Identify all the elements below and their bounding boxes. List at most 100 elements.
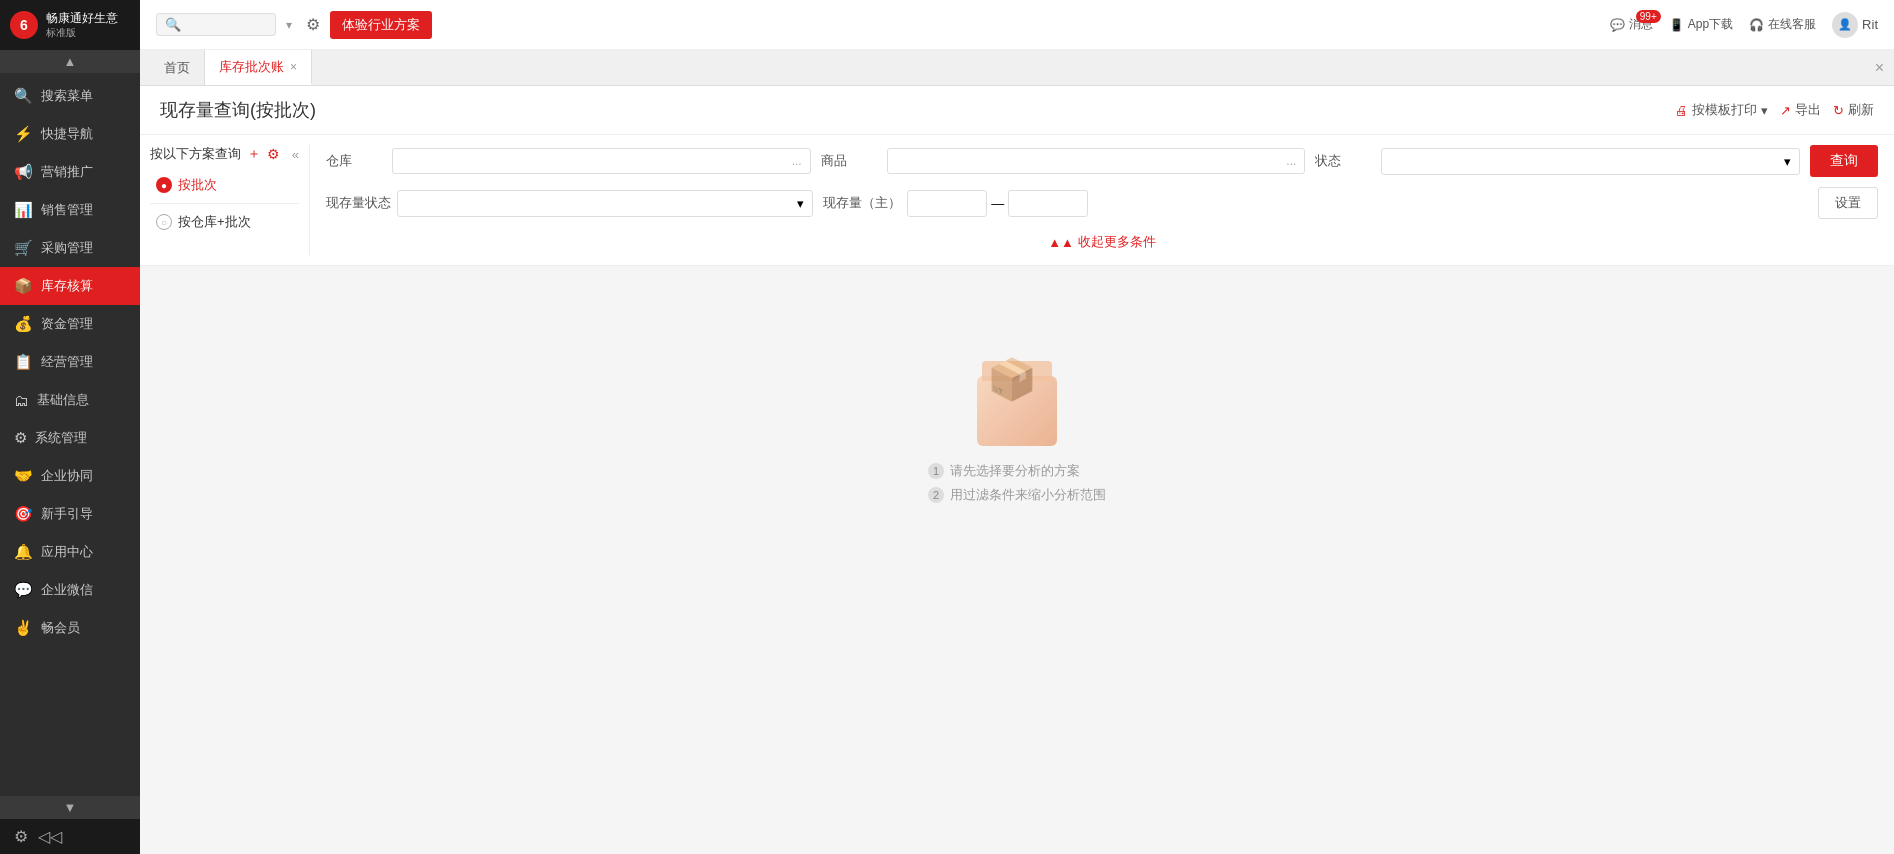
inventory-icon: 📦 [14, 277, 33, 295]
enterprise-icon: 🤝 [14, 467, 33, 485]
product-more-icon[interactable]: ... [1286, 154, 1296, 168]
scheme-by-warehouse-batch[interactable]: ○ 按仓库+批次 [150, 208, 299, 236]
topbar-search-icon: 🔍 [165, 17, 181, 32]
sidebar-item-enterprise[interactable]: 🤝 企业协同 [0, 457, 140, 495]
message-button[interactable]: 💬 消息 99+ [1610, 16, 1653, 33]
empty-tip-2: 2 用过滤条件来缩小分析范围 [928, 486, 1106, 504]
purchase-icon: 🛒 [14, 239, 33, 257]
topbar-search-box[interactable]: 🔍 [156, 13, 276, 36]
sidebar-item-label: 销售管理 [41, 201, 93, 219]
sidebar-item-quick-nav[interactable]: ⚡ 快捷导航 [0, 115, 140, 153]
product-input[interactable]: ... [887, 148, 1306, 174]
empty-tip-1: 1 请先选择要分析的方案 [928, 462, 1106, 480]
export-button[interactable]: ↗ 导出 [1780, 101, 1821, 119]
query-button[interactable]: 查询 [1810, 145, 1878, 177]
search-icon: 🔍 [14, 87, 33, 105]
trial-industry-button[interactable]: 体验行业方案 [330, 11, 432, 39]
sidebar-item-newbie[interactable]: 🎯 新手引导 [0, 495, 140, 533]
sidebar-item-sales[interactable]: 📊 销售管理 [0, 191, 140, 229]
online-service-label: 在线客服 [1768, 16, 1816, 33]
export-label: 导出 [1795, 101, 1821, 119]
sidebar-scroll-up[interactable]: ▲ [0, 50, 140, 73]
filter-fields-panel: 仓库 ... 商品 ... 状态 [310, 145, 1894, 255]
sidebar-item-business[interactable]: 📋 经营管理 [0, 343, 140, 381]
inventory-qty-range: — [907, 190, 1310, 217]
warehouse-input[interactable]: ... [392, 148, 811, 174]
sidebar-item-label: 应用中心 [41, 543, 93, 561]
print-button[interactable]: 🖨 按模板打印 ▾ [1675, 101, 1768, 119]
sidebar-item-member[interactable]: ✌ 畅会员 [0, 609, 140, 647]
brand-name: 畅康通好生意 [46, 10, 118, 27]
warehouse-more-icon[interactable]: ... [792, 154, 802, 168]
sidebar-item-label: 企业微信 [41, 581, 93, 599]
settings-button[interactable]: 设置 [1818, 187, 1878, 219]
empty-icon: 📦 [957, 346, 1077, 446]
collapse-filter-left-icon[interactable]: « [292, 147, 299, 162]
refresh-button[interactable]: ↻ 刷新 [1833, 101, 1874, 119]
sidebar-scroll-down[interactable]: ▼ [0, 796, 140, 819]
app-download-button[interactable]: 📱 App下载 [1669, 16, 1733, 33]
sidebar-item-inventory[interactable]: 📦 库存核算 [0, 267, 140, 305]
sidebar-footer: ⚙ ◁◁ [0, 819, 140, 854]
online-service-button[interactable]: 🎧 在线客服 [1749, 16, 1816, 33]
sidebar-nav: 🔍 搜索菜单 ⚡ 快捷导航 📢 营销推广 📊 销售管理 🛒 采购管理 📦 库存核… [0, 73, 140, 796]
inventory-status-select[interactable]: ▾ [397, 190, 813, 217]
collapse-label: 收起更多条件 [1078, 233, 1156, 251]
warehouse-label: 仓库 [326, 152, 386, 170]
message-icon: 💬 [1610, 18, 1625, 32]
tabs-close-all-button[interactable]: × [1875, 59, 1884, 77]
sidebar-item-label: 库存核算 [41, 277, 93, 295]
status-select[interactable]: ▾ [1381, 148, 1800, 175]
refresh-label: 刷新 [1848, 101, 1874, 119]
collapse-more-conditions[interactable]: ▲▲ 收起更多条件 [326, 229, 1878, 255]
tab-home[interactable]: 首页 [150, 50, 205, 85]
newbie-icon: 🎯 [14, 505, 33, 523]
quick-nav-icon: ⚡ [14, 125, 33, 143]
product-label: 商品 [821, 152, 881, 170]
print-label: 按模板打印 [1692, 101, 1757, 119]
sidebar-item-finance[interactable]: 💰 资金管理 [0, 305, 140, 343]
app-logo: 6 [10, 11, 38, 39]
tab-label: 库存批次账 [219, 58, 284, 76]
settings-scheme-icon[interactable]: ⚙ [267, 146, 280, 162]
system-icon: ⚙ [14, 429, 27, 447]
add-scheme-icon[interactable]: ＋ [247, 145, 261, 163]
status-dropdown-icon: ▾ [1784, 154, 1791, 169]
app-download-label: App下载 [1688, 16, 1733, 33]
sidebar-item-label: 搜索菜单 [41, 87, 93, 105]
inventory-qty-min-input[interactable] [907, 190, 987, 217]
scheme-dot-active: ● [156, 177, 172, 193]
sidebar-item-search[interactable]: 🔍 搜索菜单 [0, 77, 140, 115]
collapse-sidebar-icon[interactable]: ◁◁ [38, 827, 62, 846]
main-area: 🔍 ▾ ⚙ 体验行业方案 💬 消息 99+ 📱 App下载 🎧 在线客服 👤 [140, 0, 1894, 854]
sidebar-item-label: 经营管理 [41, 353, 93, 371]
user-menu[interactable]: 👤 Rit [1832, 12, 1878, 38]
sidebar-item-basic[interactable]: 🗂 基础信息 [0, 381, 140, 419]
tabs-bar: 首页 库存批次账 × × [140, 50, 1894, 86]
tab-inventory-batch[interactable]: 库存批次账 × [205, 50, 312, 85]
refresh-icon: ↻ [1833, 103, 1844, 118]
sidebar-item-label: 新手引导 [41, 505, 93, 523]
topbar: 🔍 ▾ ⚙ 体验行业方案 💬 消息 99+ 📱 App下载 🎧 在线客服 👤 [140, 0, 1894, 50]
topbar-dropdown-icon[interactable]: ▾ [286, 18, 292, 32]
topbar-settings-icon[interactable]: ⚙ [306, 15, 320, 34]
sidebar-item-marketing[interactable]: 📢 营销推广 [0, 153, 140, 191]
scheme-by-batch[interactable]: ● 按批次 [150, 171, 299, 199]
tip-text-2: 用过滤条件来缩小分析范围 [950, 486, 1106, 504]
sidebar-item-purchase[interactable]: 🛒 采购管理 [0, 229, 140, 267]
tab-close-icon[interactable]: × [290, 60, 297, 74]
headset-icon: 🎧 [1749, 18, 1764, 32]
inventory-qty-field: 现存量（主） — [823, 190, 1310, 217]
print-dropdown-icon[interactable]: ▾ [1761, 103, 1768, 118]
sidebar-item-apps[interactable]: 🔔 应用中心 [0, 533, 140, 571]
app-brand: 畅康通好生意 标准版 [46, 10, 118, 41]
sidebar-item-wechat[interactable]: 💬 企业微信 [0, 571, 140, 609]
sidebar-item-label: 营销推广 [41, 163, 93, 181]
scheme-dot-outline: ○ [156, 214, 172, 230]
topbar-search-input[interactable] [185, 18, 265, 32]
inventory-qty-max-input[interactable] [1008, 190, 1088, 217]
settings-gear-icon[interactable]: ⚙ [14, 827, 28, 846]
sidebar-item-system[interactable]: ⚙ 系统管理 [0, 419, 140, 457]
page-actions: 🖨 按模板打印 ▾ ↗ 导出 ↻ 刷新 [1675, 101, 1874, 119]
marketing-icon: 📢 [14, 163, 33, 181]
